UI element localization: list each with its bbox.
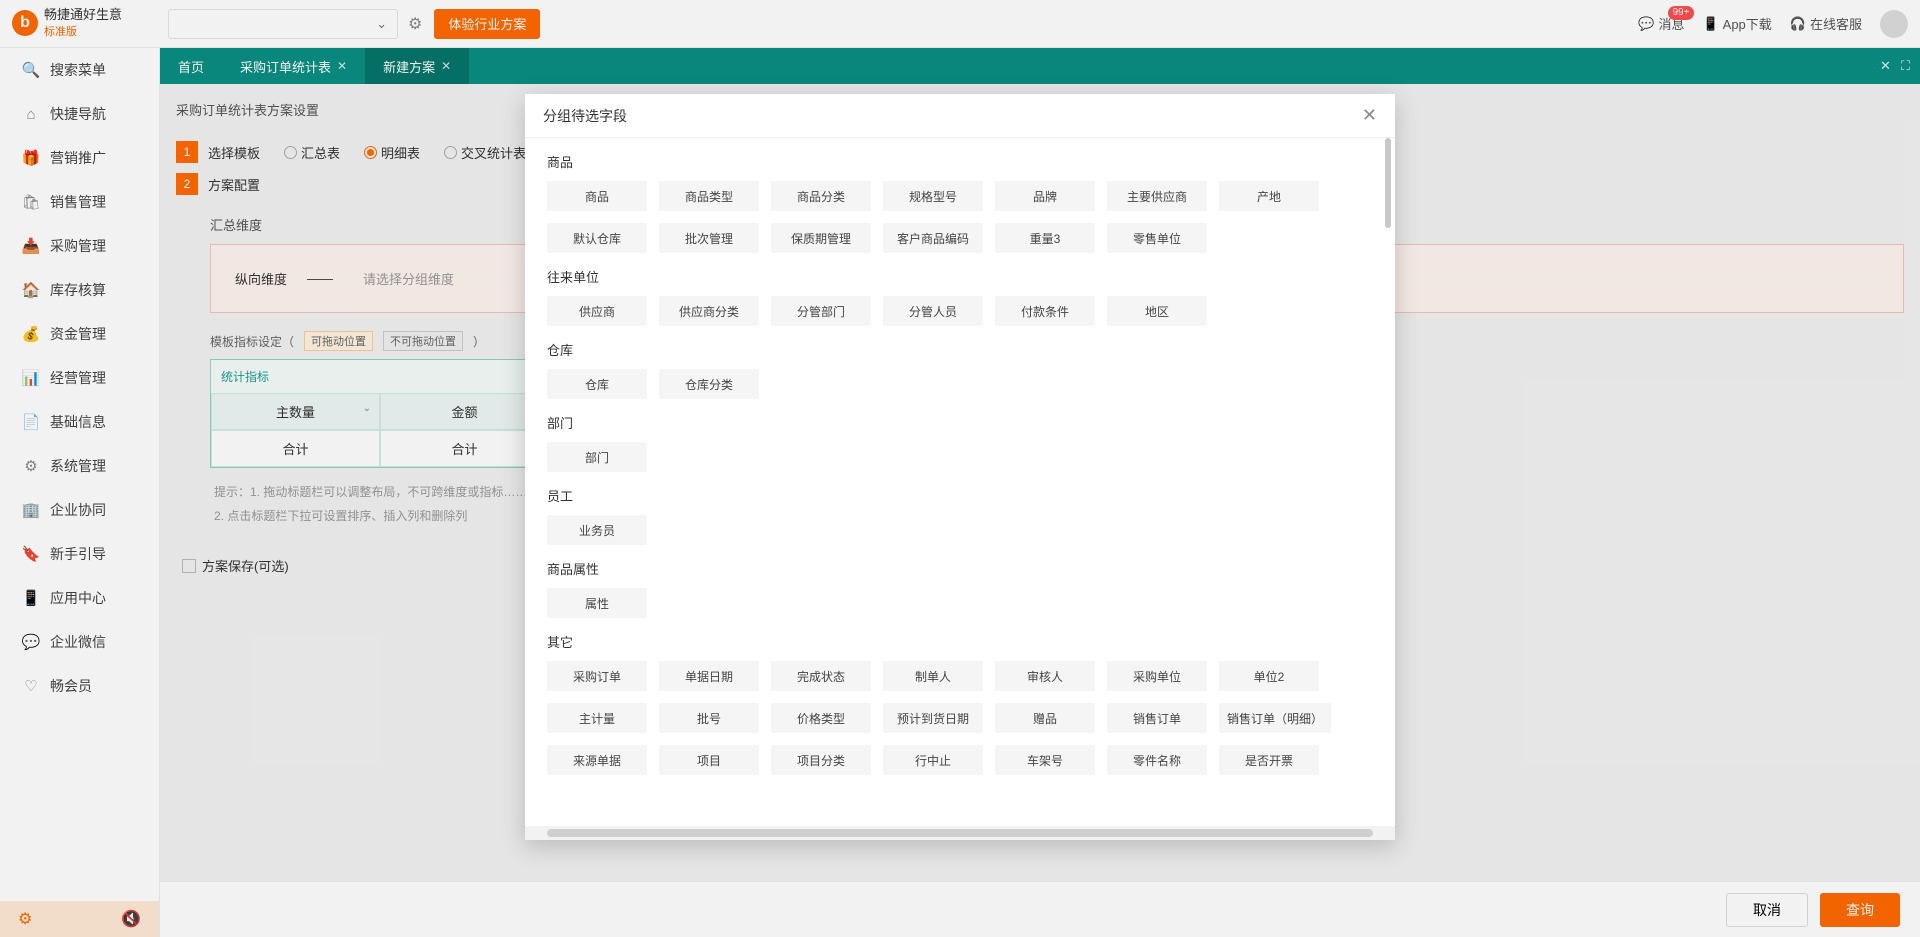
field-chip[interactable]: 零售单位 [1107, 223, 1207, 253]
group-title: 仓库 [547, 340, 1373, 359]
field-chip[interactable]: 属性 [547, 588, 647, 618]
modal-close-button[interactable]: ✕ [1362, 105, 1377, 126]
field-chip[interactable]: 销售订单（明细） [1219, 703, 1331, 733]
field-chip[interactable]: 部门 [547, 442, 647, 472]
field-chip[interactable]: 供应商分类 [659, 296, 759, 326]
field-chip[interactable]: 价格类型 [771, 703, 871, 733]
field-chip[interactable]: 地区 [1107, 296, 1207, 326]
field-chip[interactable]: 赠品 [995, 703, 1095, 733]
field-chip[interactable]: 单据日期 [659, 661, 759, 691]
modal-h-scrollbar[interactable] [525, 826, 1395, 840]
group-title: 往来单位 [547, 267, 1373, 286]
field-chip[interactable]: 主计量 [547, 703, 647, 733]
field-chip[interactable]: 是否开票 [1219, 745, 1319, 775]
modal-v-scrollbar[interactable] [1383, 138, 1393, 826]
field-chip[interactable]: 批次管理 [659, 223, 759, 253]
field-chip[interactable]: 制单人 [883, 661, 983, 691]
field-chip[interactable]: 预计到货日期 [883, 703, 983, 733]
field-chip[interactable]: 商品类型 [659, 181, 759, 211]
field-group: 往来单位供应商供应商分类分管部门分管人员付款条件地区 [547, 267, 1373, 326]
field-chip[interactable]: 采购订单 [547, 661, 647, 691]
field-chip[interactable]: 分管部门 [771, 296, 871, 326]
field-chip[interactable]: 零件名称 [1107, 745, 1207, 775]
field-chip[interactable]: 采购单位 [1107, 661, 1207, 691]
field-chip[interactable]: 产地 [1219, 181, 1319, 211]
group-title: 其它 [547, 632, 1373, 651]
field-chip[interactable]: 商品分类 [771, 181, 871, 211]
field-chip[interactable]: 项目 [659, 745, 759, 775]
field-chip[interactable]: 分管人员 [883, 296, 983, 326]
field-chip[interactable]: 重量3 [995, 223, 1095, 253]
field-chip[interactable]: 单位2 [1219, 661, 1319, 691]
group-title: 商品 [547, 152, 1373, 171]
field-chip[interactable]: 销售订单 [1107, 703, 1207, 733]
group-title: 商品属性 [547, 559, 1373, 578]
field-chip[interactable]: 项目分类 [771, 745, 871, 775]
group-title: 部门 [547, 413, 1373, 432]
group-field-modal: 分组待选字段 ✕ 商品商品商品类型商品分类规格型号品牌主要供应商产地默认仓库批次… [525, 94, 1395, 840]
field-chip[interactable]: 来源单据 [547, 745, 647, 775]
field-chip[interactable]: 客户商品编码 [883, 223, 983, 253]
field-chip[interactable]: 仓库分类 [659, 369, 759, 399]
field-group: 员工业务员 [547, 486, 1373, 545]
field-group: 商品属性属性 [547, 559, 1373, 618]
field-chip[interactable]: 车架号 [995, 745, 1095, 775]
field-chip[interactable]: 主要供应商 [1107, 181, 1207, 211]
field-group: 部门部门 [547, 413, 1373, 472]
group-title: 员工 [547, 486, 1373, 505]
field-chip[interactable]: 审核人 [995, 661, 1095, 691]
field-chip[interactable]: 批号 [659, 703, 759, 733]
field-chip[interactable]: 完成状态 [771, 661, 871, 691]
field-group: 商品商品商品类型商品分类规格型号品牌主要供应商产地默认仓库批次管理保质期管理客户… [547, 152, 1373, 253]
field-chip[interactable]: 供应商 [547, 296, 647, 326]
field-group: 其它采购订单单据日期完成状态制单人审核人采购单位单位2 主计量批号价格类型预计到货… [547, 632, 1373, 775]
modal-title: 分组待选字段 [543, 106, 627, 126]
field-chip[interactable]: 商品 [547, 181, 647, 211]
field-chip[interactable]: 行中止 [883, 745, 983, 775]
field-chip[interactable]: 业务员 [547, 515, 647, 545]
field-group: 仓库仓库仓库分类 [547, 340, 1373, 399]
field-chip[interactable]: 规格型号 [883, 181, 983, 211]
field-chip[interactable]: 仓库 [547, 369, 647, 399]
modal-body: 商品商品商品类型商品分类规格型号品牌主要供应商产地默认仓库批次管理保质期管理客户… [525, 138, 1395, 826]
field-chip[interactable]: 默认仓库 [547, 223, 647, 253]
field-chip[interactable]: 付款条件 [995, 296, 1095, 326]
field-chip[interactable]: 品牌 [995, 181, 1095, 211]
field-chip[interactable]: 保质期管理 [771, 223, 871, 253]
